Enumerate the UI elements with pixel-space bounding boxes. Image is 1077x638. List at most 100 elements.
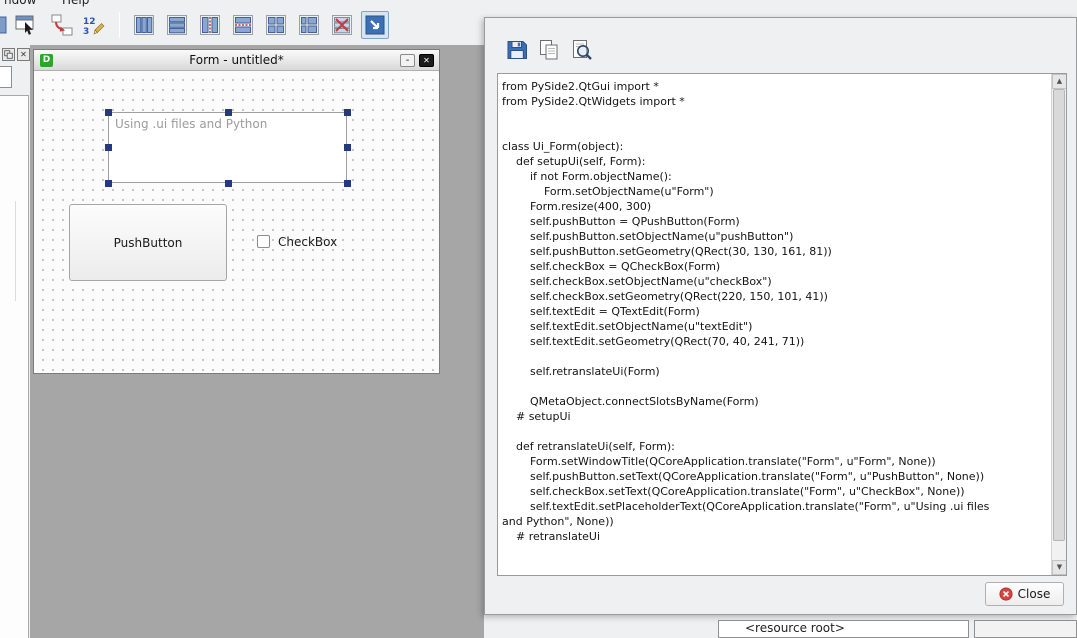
pushbutton-widget[interactable]: PushButton xyxy=(69,204,227,281)
toolbar-button-layout-vertical[interactable] xyxy=(165,13,189,37)
save-button[interactable] xyxy=(505,38,529,62)
close-button[interactable]: Close xyxy=(985,582,1064,606)
code-line: self.checkBox.setGeometry(QRect(220, 150… xyxy=(502,289,1049,304)
toolbar-button-layout-horizontal[interactable] xyxy=(132,13,156,37)
code-line: from PySide2.QtWidgets import * xyxy=(502,94,1049,109)
textedit-widget[interactable]: Using .ui files and Python xyxy=(108,112,347,183)
code-line xyxy=(502,379,1049,394)
selection-handle-w[interactable] xyxy=(105,144,112,151)
adjust-size-icon xyxy=(363,13,387,37)
toolbar-button-layout-splitter-horizontal[interactable] xyxy=(198,13,222,37)
lay-out-in-grid-icon xyxy=(264,13,288,37)
code-line: Form.setObjectName(u"Form") xyxy=(502,184,1049,199)
code-line: Form.setWindowTitle(QCoreApplication.tra… xyxy=(502,454,1049,469)
lay-out-horizontally-icon xyxy=(132,13,156,37)
checkbox-widget[interactable]: CheckBox xyxy=(257,234,337,249)
code-line: self.pushButton.setText(QCoreApplication… xyxy=(502,469,1049,484)
selection-handle-n[interactable] xyxy=(225,109,232,116)
toolbar-button-edit-tab-order[interactable]: 12 3 xyxy=(82,13,106,37)
edit-widgets-icon xyxy=(14,13,38,37)
toolbar-button-layout-splitter-vertical[interactable] xyxy=(231,13,255,37)
partial-icon xyxy=(0,13,10,37)
dock-float-icon[interactable] xyxy=(2,48,15,61)
code-line xyxy=(502,109,1049,124)
widget-box-scroll-line xyxy=(15,201,16,301)
code-line: self.retranslateUi(Form) xyxy=(502,364,1049,379)
toolbar-button-break-layout[interactable] xyxy=(330,13,354,37)
toolbar-separator xyxy=(119,12,120,38)
form-window[interactable]: D Form - untitled* - ✕ Using .ui files a… xyxy=(33,49,440,374)
code-line: self.pushButton = QPushButton(Form) xyxy=(502,214,1049,229)
code-line xyxy=(502,124,1049,139)
checkbox-label: CheckBox xyxy=(278,235,337,249)
code-line: self.checkBox = QCheckBox(Form) xyxy=(502,259,1049,274)
code-line: and Python", None)) xyxy=(502,514,1049,529)
scroll-up-button[interactable]: ▲ xyxy=(1052,74,1067,89)
copy-button[interactable] xyxy=(537,38,561,62)
selection-handle-sw[interactable] xyxy=(105,180,112,187)
toolbar-button-adjust-size[interactable] xyxy=(361,11,389,39)
resource-root-item[interactable]: <resource root> xyxy=(718,620,969,638)
selection-handle-se[interactable] xyxy=(344,180,351,187)
code-line: self.textEdit.setObjectName(u"textEdit") xyxy=(502,319,1049,334)
edit-tab-order-icon: 12 3 xyxy=(82,13,106,37)
selection-handle-e[interactable] xyxy=(344,144,351,151)
dock-close-icon[interactable]: ✕ xyxy=(17,48,30,61)
checkbox-indicator[interactable] xyxy=(257,235,270,248)
close-button-label: Close xyxy=(1018,587,1051,601)
code-line xyxy=(502,424,1049,439)
code-view[interactable]: from PySide2.QtGui import *from PySide2.… xyxy=(497,73,1067,576)
qt-designer-window: ndow Help 12 3 xyxy=(0,0,1077,638)
menu-help[interactable]: Help xyxy=(62,0,89,7)
lay-out-horizontally-in-splitter-icon xyxy=(198,13,222,37)
svg-text:12: 12 xyxy=(83,17,96,27)
form-titlebar[interactable]: D Form - untitled* - ✕ xyxy=(34,50,439,71)
code-line: if not Form.objectName(): xyxy=(502,169,1049,184)
code-line: # retranslateUi xyxy=(502,529,1049,544)
code-line xyxy=(502,349,1049,364)
textedit-placeholder: Using .ui files and Python xyxy=(109,113,346,135)
scrollbar-thumb[interactable] xyxy=(1053,89,1065,541)
code-line: QMetaObject.connectSlotsByName(Form) xyxy=(502,394,1049,409)
code-line: self.checkBox.setObjectName(u"checkBox") xyxy=(502,274,1049,289)
code-line: self.textEdit = QTextEdit(Form) xyxy=(502,304,1049,319)
close-window-button[interactable]: ✕ xyxy=(419,54,434,67)
selection-handle-nw[interactable] xyxy=(105,109,112,116)
copy-icon xyxy=(537,38,561,62)
code-line: self.checkBox.setText(QCoreApplication.t… xyxy=(502,484,1049,499)
selection-handle-ne[interactable] xyxy=(344,109,351,116)
find-button[interactable] xyxy=(570,38,594,62)
code-line: self.textEdit.setGeometry(QRect(70, 40, … xyxy=(502,334,1049,349)
toolbar-button-layout-grid[interactable] xyxy=(264,13,288,37)
edit-signals-slots-icon xyxy=(50,13,74,37)
toolbar-button-partial[interactable] xyxy=(0,13,10,37)
toolbar-button-layout-form[interactable] xyxy=(297,13,321,37)
close-red-icon xyxy=(999,587,1013,601)
resource-side-panel[interactable] xyxy=(974,620,1077,638)
code-line: # setupUi xyxy=(502,409,1049,424)
code-scrollbar[interactable]: ▲ ▼ xyxy=(1051,74,1066,575)
widget-box-filter-input[interactable] xyxy=(0,66,12,88)
minimize-button[interactable]: - xyxy=(400,54,415,67)
form-title: Form - untitled* xyxy=(34,53,439,67)
code-line: def setupUi(self, Form): xyxy=(502,154,1049,169)
save-icon xyxy=(505,38,529,62)
code-line: def retranslateUi(self, Form): xyxy=(502,439,1049,454)
selection-handle-s[interactable] xyxy=(225,180,232,187)
widget-box-panel[interactable] xyxy=(0,95,29,638)
menu-window[interactable]: ndow xyxy=(4,0,36,7)
lay-out-vertically-icon xyxy=(165,13,189,37)
scroll-down-button[interactable]: ▼ xyxy=(1052,560,1067,575)
code-line: self.pushButton.setGeometry(QRect(30, 13… xyxy=(502,244,1049,259)
break-layout-icon xyxy=(330,13,354,37)
code-line: self.pushButton.setObjectName(u"pushButt… xyxy=(502,229,1049,244)
lay-out-in-form-layout-icon xyxy=(297,13,321,37)
code-content: from PySide2.QtGui import *from PySide2.… xyxy=(498,74,1051,575)
toolbar-button-edit-widgets[interactable] xyxy=(14,13,38,37)
pushbutton-label: PushButton xyxy=(114,236,183,250)
lay-out-vertically-in-splitter-icon xyxy=(231,13,255,37)
code-line: class Ui_Form(object): xyxy=(502,139,1049,154)
code-preview-dialog: from PySide2.QtGui import *from PySide2.… xyxy=(484,17,1077,615)
code-line: Form.resize(400, 300) xyxy=(502,199,1049,214)
toolbar-button-edit-signals-slots[interactable] xyxy=(50,13,74,37)
